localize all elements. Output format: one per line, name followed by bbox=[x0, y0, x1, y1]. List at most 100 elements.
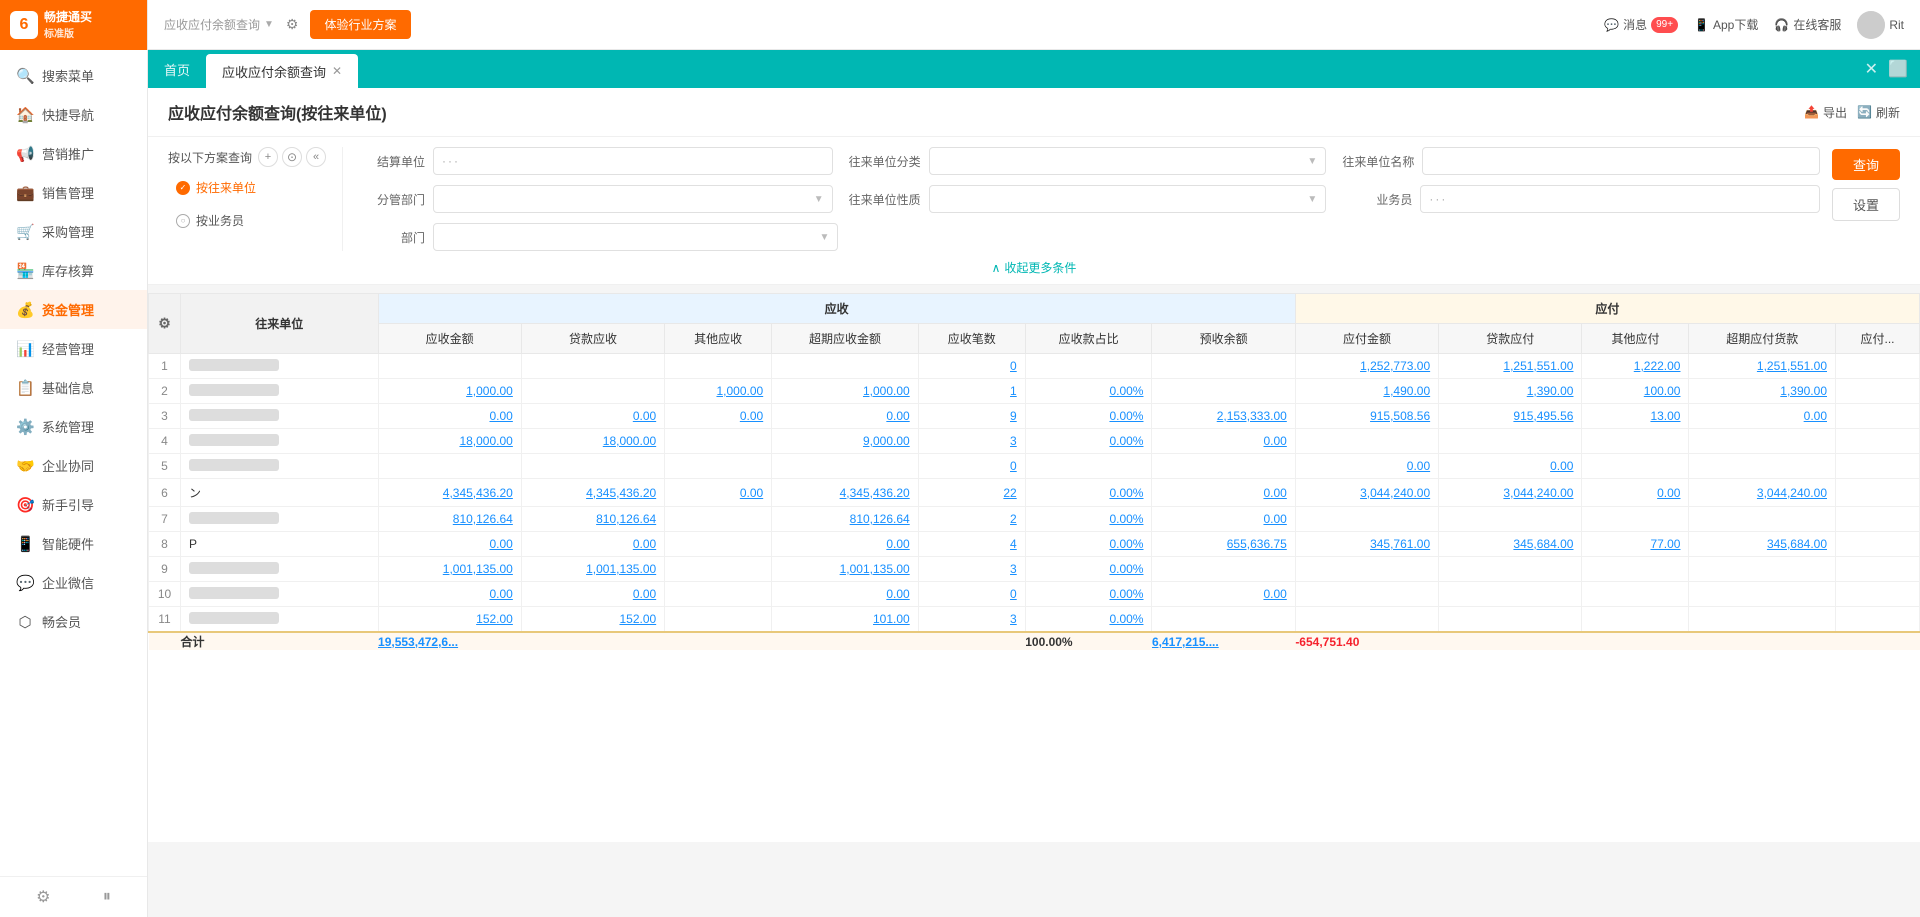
sidebar-item-system[interactable]: ⚙️系统管理 bbox=[0, 407, 147, 446]
tab-close-icon[interactable]: ✕ bbox=[332, 64, 342, 78]
field-managing-dept: 分管部门 ▼ bbox=[355, 185, 833, 213]
tab-arbalance[interactable]: 应收应付余额查询 ✕ bbox=[206, 54, 358, 88]
app-logo: 6 畅捷通买 标准版 bbox=[0, 0, 147, 50]
sidebar-item-collab[interactable]: 🤝企业协同 bbox=[0, 446, 147, 485]
scheme-add-btn[interactable]: + bbox=[258, 147, 278, 167]
scheme-bar: 按以下方案查询 + ⊙ « bbox=[168, 147, 326, 167]
col-ap-overdue: 超期应付货款 bbox=[1689, 324, 1836, 354]
user-action[interactable]: Rit bbox=[1857, 11, 1904, 39]
sidebar-icon-basic: 📋 bbox=[16, 379, 34, 397]
unit-name-cell bbox=[181, 379, 379, 404]
sidebar-label-guide: 新手引导 bbox=[42, 495, 94, 514]
field-salesperson: 业务员 ··· bbox=[1342, 185, 1820, 213]
sidebar-item-search[interactable]: 🔍 搜索菜单 bbox=[0, 56, 147, 95]
sidebar-footer: ⚙ ⏸ bbox=[0, 876, 147, 917]
input-managing-dept[interactable]: ▼ bbox=[433, 185, 833, 213]
sidebar-item-member[interactable]: ⬡畅会员 bbox=[0, 602, 147, 641]
settings-button[interactable]: 设置 bbox=[1832, 188, 1900, 221]
refresh-button[interactable]: 🔄 刷新 bbox=[1857, 104, 1900, 121]
tab-close-all-icon[interactable]: ✕ bbox=[1865, 59, 1878, 79]
sidebar-label-operation: 经营管理 bbox=[42, 339, 94, 358]
app-download-action[interactable]: 📱 App下载 bbox=[1694, 16, 1758, 33]
scheme-edit-btn[interactable]: ⊙ bbox=[282, 147, 302, 167]
field-unit-nature: 往来单位性质 ▼ bbox=[849, 185, 1327, 213]
sidebar-icon-search: 🔍 bbox=[16, 67, 34, 85]
col-ar-other: 其他应收 bbox=[665, 324, 772, 354]
input-unit-nature[interactable]: ▼ bbox=[929, 185, 1327, 213]
collapse-icon[interactable]: ⏸ bbox=[103, 888, 111, 906]
service-label: 在线客服 bbox=[1793, 16, 1841, 33]
header-gear-icon[interactable]: ⚙ bbox=[286, 16, 299, 33]
sidebar-item-finance[interactable]: 💰资金管理 bbox=[0, 290, 147, 329]
table-settings-icon[interactable]: ⚙ bbox=[158, 315, 171, 331]
sidebar-item-sales[interactable]: 💼销售管理 bbox=[0, 173, 147, 212]
sidebar-item-nav[interactable]: 🏠快捷导航 bbox=[0, 95, 147, 134]
sidebar-label-purchase: 采购管理 bbox=[42, 222, 94, 241]
sidebar-item-wechat[interactable]: 💬企业微信 bbox=[0, 563, 147, 602]
tab-home[interactable]: 首页 bbox=[148, 50, 206, 88]
label-unit-name: 往来单位名称 bbox=[1342, 153, 1414, 170]
search-row-3: 部门 ▼ bbox=[355, 223, 1820, 251]
main-content: 应收应付余额查询(按往来单位) 📤 导出 🔄 刷新 按以下方案查询 + ⊙ bbox=[148, 88, 1920, 917]
unit-name-cell bbox=[181, 354, 379, 379]
sidebar-icon-inventory: 🏪 bbox=[16, 262, 34, 280]
sidebar-item-purchase[interactable]: 🛒 采购管理 bbox=[0, 212, 147, 251]
scheme-by-unit-dot: ✓ bbox=[176, 181, 190, 195]
input-unit-category[interactable]: ▼ bbox=[929, 147, 1327, 175]
service-action[interactable]: 🎧 在线客服 bbox=[1774, 16, 1841, 33]
refresh-label: 刷新 bbox=[1876, 104, 1900, 121]
sidebar-label-search: 搜索菜单 bbox=[42, 66, 94, 85]
sidebar-item-operation[interactable]: 📊经营管理 bbox=[0, 329, 147, 368]
table-row: 6ン4,345,436.204,345,436.200.004,345,436.… bbox=[149, 479, 1920, 507]
input-settlement-unit[interactable]: ··· bbox=[433, 147, 833, 175]
collapse-bar[interactable]: ∧ 收起更多条件 bbox=[168, 251, 1900, 284]
col-group-ap: 应付 bbox=[1295, 294, 1919, 324]
sidebar-item-marketing[interactable]: 📢营销推广 bbox=[0, 134, 147, 173]
col-ap-amount: 应付金额 bbox=[1295, 324, 1438, 354]
scheme-collapse-btn[interactable]: « bbox=[306, 147, 326, 167]
search-row-1: 结算单位 ··· 往来单位分类 ▼ 往来单位名称 bbox=[355, 147, 1820, 175]
sidebar-label-marketing: 营销推广 bbox=[42, 144, 94, 163]
sidebar-item-inventory[interactable]: 🏪库存核算 bbox=[0, 251, 147, 290]
unit-name-cell bbox=[181, 507, 379, 532]
input-unit-name[interactable] bbox=[1422, 147, 1820, 175]
input-salesperson[interactable]: ··· bbox=[1420, 185, 1820, 213]
app-icon: 📱 bbox=[1694, 18, 1709, 32]
promo-button[interactable]: 体验行业方案 bbox=[310, 10, 410, 39]
input-dept[interactable]: ▼ bbox=[433, 223, 838, 251]
logo-sub: 标准版 bbox=[44, 25, 92, 40]
tab-arbalance-label: 应收应付余额查询 bbox=[222, 62, 326, 81]
col-settings[interactable]: ⚙ bbox=[149, 294, 181, 354]
scheme-by-unit[interactable]: ✓ 按往来单位 bbox=[168, 175, 326, 200]
scheme-by-unit-label: 按往来单位 bbox=[196, 179, 256, 196]
query-button[interactable]: 查询 bbox=[1832, 149, 1900, 180]
col-ar-ratio: 应收款占比 bbox=[1025, 324, 1152, 354]
sidebar-icon-hardware: 📱 bbox=[16, 535, 34, 553]
footer-ar-ratio: 100.00% bbox=[1025, 632, 1152, 650]
footer-ap-amount: -654,751.40 bbox=[1295, 632, 1438, 650]
col-ar-overdue: 超期应收金额 bbox=[772, 324, 919, 354]
sidebar-label-sales: 销售管理 bbox=[42, 183, 94, 202]
export-icon: 📤 bbox=[1804, 105, 1819, 119]
sidebar-icon-purchase: 🛒 bbox=[16, 223, 34, 241]
col-ar-prepay: 预收余额 bbox=[1152, 324, 1295, 354]
label-salesperson: 业务员 bbox=[1342, 191, 1412, 208]
sidebar-item-hardware[interactable]: 📱智能硬件 bbox=[0, 524, 147, 563]
unit-name-cell bbox=[181, 557, 379, 582]
table-footer-row: 合计 19,553,472,6... 100.00% 6,417,215....… bbox=[149, 632, 1920, 650]
unit-name-cell bbox=[181, 454, 379, 479]
message-action[interactable]: 💬 消息 99+ bbox=[1604, 16, 1678, 33]
sidebar-item-basic[interactable]: 📋基础信息 bbox=[0, 368, 147, 407]
message-badge: 99+ bbox=[1651, 17, 1678, 33]
sidebar-item-guide[interactable]: 🎯新手引导 bbox=[0, 485, 147, 524]
sidebar-label-finance: 资金管理 bbox=[42, 300, 94, 319]
table-row: 8P0.000.000.0040.00%655,636.75345,761.00… bbox=[149, 532, 1920, 557]
search-buttons: 查询 设置 bbox=[1832, 147, 1900, 251]
tab-expand-icon[interactable]: ⬜ bbox=[1888, 59, 1908, 79]
scheme-by-staff[interactable]: ○ 按业务员 bbox=[168, 208, 326, 233]
col-ap-more: 应付... bbox=[1836, 324, 1920, 354]
export-button[interactable]: 📤 导出 bbox=[1804, 104, 1847, 121]
table-row: 3 0.000.000.000.0090.00%2,153,333.00915,… bbox=[149, 404, 1920, 429]
table-row: 11 152.00152.00101.0030.00% bbox=[149, 607, 1920, 633]
settings-icon[interactable]: ⚙ bbox=[36, 887, 50, 907]
